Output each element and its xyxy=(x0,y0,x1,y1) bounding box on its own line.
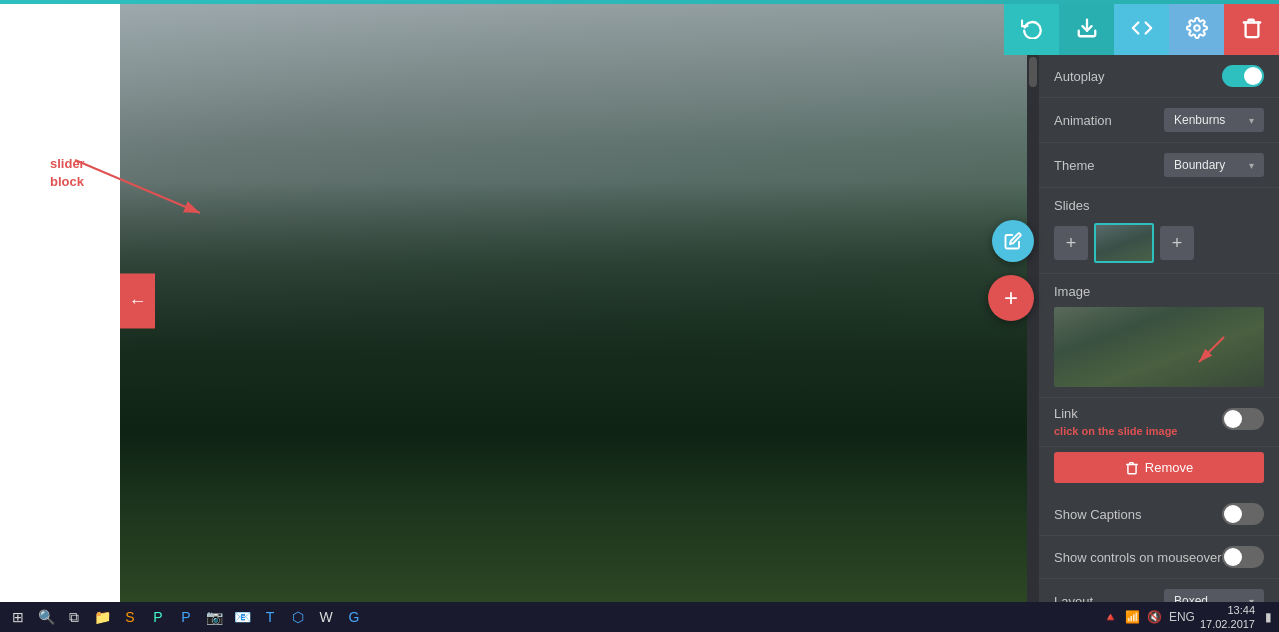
slides-row: + + xyxy=(1054,223,1264,263)
layout-value: Boxed xyxy=(1174,594,1208,602)
show-controls-label: Show controls on mouseover xyxy=(1054,550,1222,565)
theme-label: Theme xyxy=(1054,158,1164,173)
autoplay-row: Autoplay xyxy=(1039,55,1279,98)
autoplay-toggle[interactable] xyxy=(1222,65,1264,87)
link-row: Link click on the slide image xyxy=(1039,398,1279,447)
link-toggle-knob xyxy=(1224,410,1242,428)
scrollbar-thumb[interactable] xyxy=(1029,57,1037,87)
image-thumbnail[interactable] xyxy=(1054,307,1264,387)
taskbar-time-display: 13:44 xyxy=(1200,603,1255,617)
taskbar-icon-2: 📶 xyxy=(1123,610,1142,624)
remove-label: Remove xyxy=(1145,460,1193,475)
layout-dropdown[interactable]: Boxed ▾ xyxy=(1164,589,1264,602)
taskbar-language: ENG xyxy=(1167,610,1197,624)
download-button[interactable] xyxy=(1059,0,1114,55)
taskbar-icon-3: 🔇 xyxy=(1145,610,1164,624)
taskbar-app5-button[interactable]: 📷 xyxy=(201,604,227,630)
code-button[interactable] xyxy=(1114,0,1169,55)
link-label: Link xyxy=(1054,406,1214,421)
layout-label: Layout xyxy=(1054,594,1164,602)
top-toolbar xyxy=(1004,0,1279,55)
svg-line-1 xyxy=(75,160,200,213)
float-add-button[interactable]: + xyxy=(988,275,1034,321)
show-controls-toggle[interactable] xyxy=(1222,546,1264,568)
autoplay-toggle-knob xyxy=(1244,67,1262,85)
slide-add-before-button[interactable]: + xyxy=(1054,226,1088,260)
taskbar-app10-button[interactable]: G xyxy=(341,604,367,630)
taskbar-date-display: 17.02.2017 xyxy=(1200,617,1255,631)
right-panel: Autoplay Animation Kenburns ▾ Theme Boun… xyxy=(1039,55,1279,602)
show-captions-toggle-knob xyxy=(1224,505,1242,523)
taskbar-search-button[interactable]: 🔍 xyxy=(33,604,59,630)
taskbar-start-button[interactable]: ⊞ xyxy=(5,604,31,630)
svg-line-5 xyxy=(1199,337,1224,362)
theme-row: Theme Boundary ▾ xyxy=(1039,143,1279,188)
theme-dropdown-arrow: ▾ xyxy=(1249,160,1254,171)
image-annotation-arrow xyxy=(1184,332,1234,372)
taskbar-system-icons: 🔺 📶 🔇 ENG 13:44 17.02.2017 ▮ xyxy=(1101,603,1274,632)
taskbar-app4-button[interactable]: P xyxy=(173,604,199,630)
taskbar-explorer-button[interactable]: 📁 xyxy=(89,604,115,630)
taskbar-app6-button[interactable]: 📧 xyxy=(229,604,255,630)
taskbar-clock: 13:44 17.02.2017 xyxy=(1200,603,1260,632)
arrow-left-icon: ← xyxy=(129,291,147,312)
forest-layer xyxy=(120,181,1039,602)
float-add-icon: + xyxy=(1004,286,1018,310)
taskbar-show-desktop[interactable]: ▮ xyxy=(1263,610,1274,624)
show-captions-row: Show Captions xyxy=(1039,493,1279,536)
layout-row: Layout Boxed ▾ xyxy=(1039,579,1279,602)
image-section: Image xyxy=(1039,274,1279,398)
link-sublabel: click on the slide image xyxy=(1054,424,1214,438)
taskbar-taskview-button[interactable]: ⧉ xyxy=(61,604,87,630)
slider-background xyxy=(120,0,1039,602)
refresh-button[interactable] xyxy=(1004,0,1059,55)
show-captions-toggle[interactable] xyxy=(1222,503,1264,525)
remove-button[interactable]: Remove xyxy=(1054,452,1264,483)
theme-dropdown[interactable]: Boundary ▾ xyxy=(1164,153,1264,177)
remove-icon xyxy=(1125,461,1139,475)
taskbar-app2-button[interactable]: S xyxy=(117,604,143,630)
slide-add-after-button[interactable]: + xyxy=(1160,226,1194,260)
animation-dropdown[interactable]: Kenburns ▾ xyxy=(1164,108,1264,132)
theme-value: Boundary xyxy=(1174,158,1225,172)
taskbar-app7-button[interactable]: T xyxy=(257,604,283,630)
animation-label: Animation xyxy=(1054,113,1164,128)
slides-label: Slides xyxy=(1054,198,1264,213)
taskbar-app3-button[interactable]: P xyxy=(145,604,171,630)
taskbar-app8-button[interactable]: ⬡ xyxy=(285,604,311,630)
animation-row: Animation Kenburns ▾ xyxy=(1039,98,1279,143)
slides-section: Slides + + xyxy=(1039,188,1279,274)
animation-value: Kenburns xyxy=(1174,113,1225,127)
canvas-area: ← sliderblock xyxy=(0,0,1039,602)
settings-button[interactable] xyxy=(1169,0,1224,55)
animation-dropdown-arrow: ▾ xyxy=(1249,115,1254,126)
annotation-arrow-svg xyxy=(65,145,225,225)
show-captions-label: Show Captions xyxy=(1054,507,1222,522)
autoplay-label: Autoplay xyxy=(1054,69,1222,84)
svg-point-3 xyxy=(1194,25,1200,31)
taskbar-app9-button[interactable]: W xyxy=(313,604,339,630)
delete-button[interactable] xyxy=(1224,0,1279,55)
show-controls-toggle-knob xyxy=(1224,548,1242,566)
show-controls-row: Show controls on mouseover xyxy=(1039,536,1279,579)
taskbar-icon-1: 🔺 xyxy=(1101,610,1120,624)
link-label-col: Link click on the slide image xyxy=(1054,406,1214,438)
float-edit-button[interactable] xyxy=(992,220,1034,262)
slide-thumbnail-1[interactable] xyxy=(1094,223,1154,263)
panel-scrollbar[interactable] xyxy=(1027,55,1039,602)
white-side-panel xyxy=(0,0,120,602)
slider-prev-arrow[interactable]: ← xyxy=(120,274,155,329)
image-label: Image xyxy=(1054,284,1264,299)
link-toggle[interactable] xyxy=(1222,408,1264,430)
top-accent-bar xyxy=(0,0,1279,4)
taskbar: ⊞ 🔍 ⧉ 📁 S P P 📷 📧 T ⬡ W G 🔺 📶 🔇 ENG 13:4… xyxy=(0,602,1279,632)
